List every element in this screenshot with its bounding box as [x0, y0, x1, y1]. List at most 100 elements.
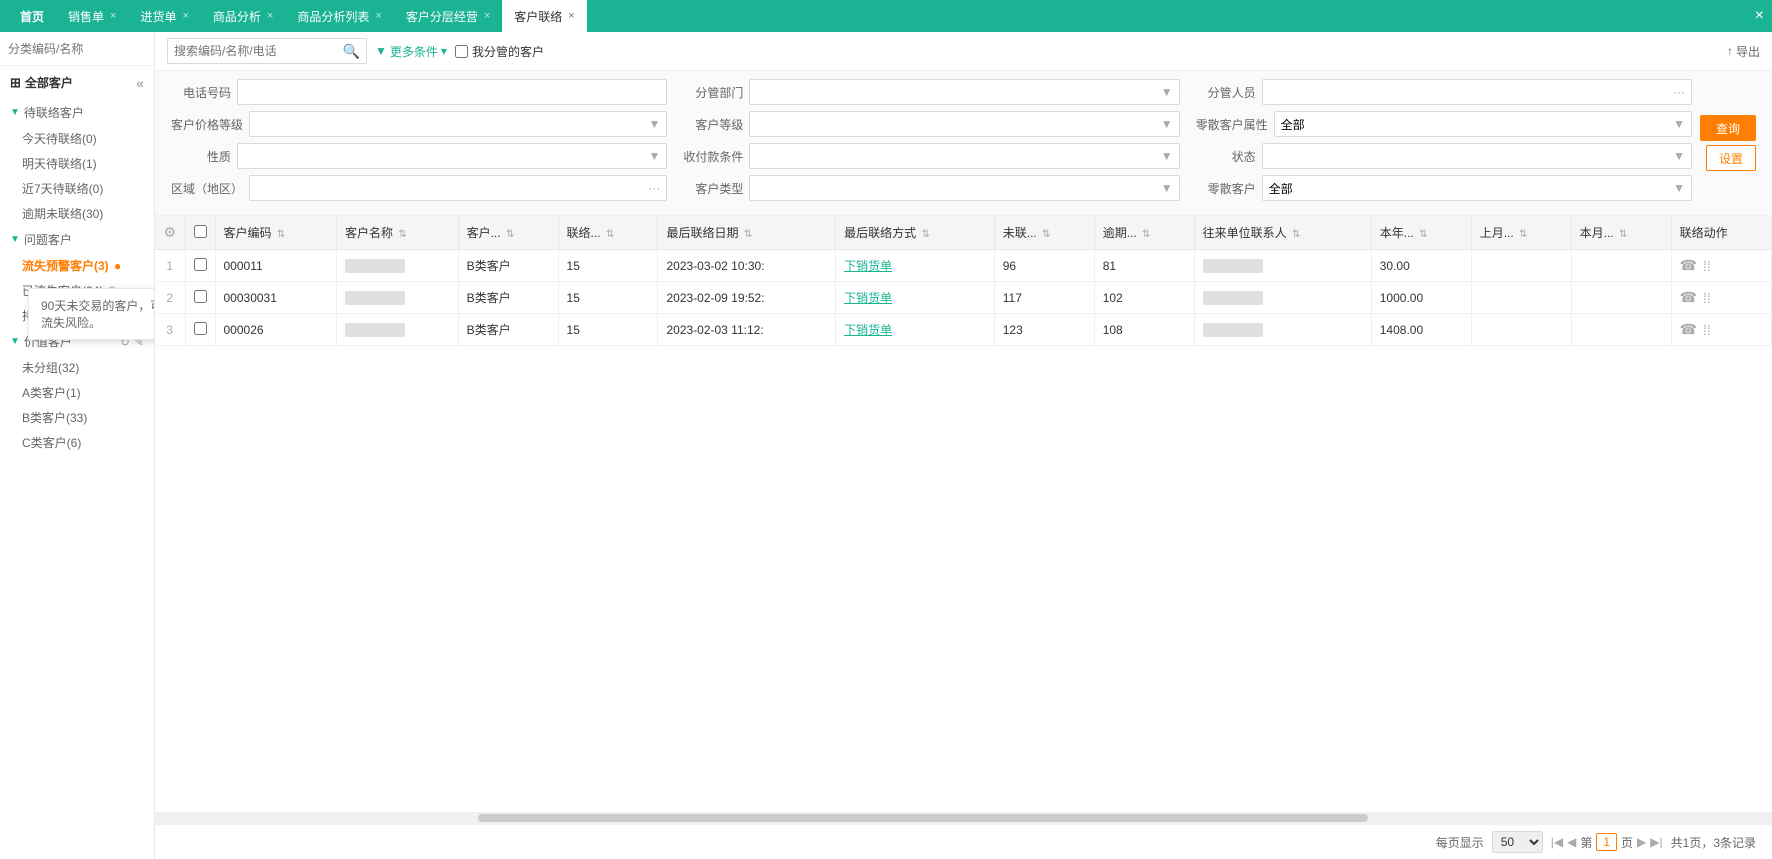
scrollbar-thumb[interactable] — [478, 814, 1367, 822]
th-settings[interactable]: ⚙ — [155, 216, 185, 250]
row-check-1[interactable] — [185, 250, 215, 282]
main-layout: 🔍 ⊞ 全部客户 « ▼ 待联络客户 今天待联络(0) 明天待联络(1) 近7天… — [0, 32, 1772, 859]
search-input[interactable] — [174, 44, 343, 58]
filter-retail-attr: 零散客户属性 全部▼ — [1196, 111, 1692, 137]
filter-region-label: 区域（地区） — [171, 180, 243, 197]
th-check[interactable] — [185, 216, 215, 250]
sidebar-item-overdue[interactable]: 逾期未联络(30) — [0, 201, 154, 226]
tab-customer-layer[interactable]: 客户分层经营 × — [394, 0, 502, 32]
th-contact: 联络... ⇅ — [558, 216, 658, 250]
filter-customer-type-select[interactable]: ▼ — [749, 175, 1179, 201]
table-footer: 每页显示 50 100 |◀ ◀ 第 1 页 ▶ ▶| 共1页，3条记录 — [155, 824, 1772, 859]
row-name-1: ██████ — [337, 250, 459, 282]
per-page-select[interactable]: 50 100 — [1492, 831, 1543, 853]
sidebar-group-problem[interactable]: ▼ 问题客户 — [0, 226, 154, 253]
search-button-icon[interactable]: 🔍 — [343, 43, 360, 60]
close-customer-layer-icon[interactable]: × — [484, 10, 490, 22]
row-unit-contact-1: ██████ — [1194, 250, 1371, 282]
filter-dept-label: 分管部门 — [683, 84, 743, 101]
more-filter-button[interactable]: ▼ 更多条件 ▾ — [375, 43, 447, 60]
filter-dept-select[interactable]: ▼ — [749, 79, 1179, 105]
tab-purchase[interactable]: 进货单 × — [128, 0, 200, 32]
row-last-month-1 — [1471, 250, 1571, 282]
tab-analysis[interactable]: 商品分析 × — [201, 0, 285, 32]
row-this-year-2: 1000.00 — [1371, 282, 1471, 314]
sidebar-item-ungroup[interactable]: 未分组(32) — [0, 355, 154, 380]
row-check-3[interactable] — [185, 314, 215, 346]
filter-retail-attr-select[interactable]: 全部▼ — [1274, 111, 1692, 137]
close-purchase-icon[interactable]: × — [182, 10, 188, 22]
filter-retail-label: 零散客户 — [1196, 180, 1256, 197]
th-last-date: 最后联络日期 ⇅ — [658, 216, 836, 250]
action-more-icon-3[interactable]: ⁞⁞ — [1703, 322, 1711, 338]
close-sales-icon[interactable]: × — [110, 10, 116, 22]
table-settings-icon[interactable]: ⚙ — [163, 224, 176, 240]
close-customer-contact-icon[interactable]: × — [568, 10, 574, 22]
action-contact-icon-1[interactable]: ☎ — [1680, 257, 1697, 274]
th-last-way: 最后联络方式 ⇅ — [836, 216, 995, 250]
row-last-month-3 — [1471, 314, 1571, 346]
sidebar-group-pending[interactable]: ▼ 待联络客户 — [0, 99, 154, 126]
page-first-icon[interactable]: |◀ — [1551, 835, 1563, 849]
tab-sales[interactable]: 销售单 × — [56, 0, 128, 32]
select-all-checkbox[interactable] — [194, 225, 207, 238]
row-last-way-3[interactable]: 下销货单 — [836, 314, 995, 346]
action-contact-icon-3[interactable]: ☎ — [1680, 321, 1697, 338]
export-button[interactable]: ↑ 导出 — [1727, 43, 1760, 60]
sidebar-item-class-c[interactable]: C类客户(6) — [0, 430, 154, 455]
close-analysis-list-icon[interactable]: × — [375, 10, 381, 22]
filter-nature-select[interactable]: ▼ — [237, 143, 667, 169]
search-bar: 🔍 — [167, 38, 367, 64]
action-more-icon-1[interactable]: ⁞⁞ — [1703, 258, 1711, 274]
content-area: 🔍 ▼ 更多条件 ▾ 我分管的客户 ↑ 导出 — [155, 32, 1772, 859]
page-last-icon[interactable]: ▶| — [1650, 835, 1662, 849]
sidebar-item-class-a[interactable]: A类客户(1) — [0, 380, 154, 405]
my-customers-check[interactable] — [455, 45, 468, 58]
filter-price-select[interactable]: ▼ — [249, 111, 667, 137]
filter-phone: 电话号码 — [171, 79, 667, 105]
sidebar-collapse-icon[interactable]: « — [136, 75, 144, 91]
sidebar-item-today[interactable]: 今天待联络(0) — [0, 126, 154, 151]
filter-dept: 分管部门 ▼ — [683, 79, 1179, 105]
filter-retail-attr-label: 零散客户属性 — [1196, 116, 1268, 133]
filter-grade-select[interactable]: ▼ — [749, 111, 1179, 137]
close-analysis-icon[interactable]: × — [267, 10, 273, 22]
row-last-date-1: 2023-03-02 10:30: — [658, 250, 836, 282]
sidebar-item-class-b[interactable]: B类客户(33) — [0, 405, 154, 430]
filter-phone-input[interactable] — [237, 79, 667, 105]
page-next-icon[interactable]: ▶ — [1637, 835, 1646, 849]
table-row: 2 00030031 ██████ B类客户 15 2023-02-09 19:… — [155, 282, 1772, 314]
sidebar-item-tomorrow[interactable]: 明天待联络(1) — [0, 151, 154, 176]
settings-button[interactable]: 设置 — [1706, 145, 1756, 171]
tab-analysis-list[interactable]: 商品分析列表 × — [285, 0, 393, 32]
filter-customer-type-label: 客户类型 — [683, 180, 743, 197]
filter-retail-select[interactable]: 全部▼ — [1262, 175, 1692, 201]
window-close-icon[interactable]: × — [1755, 7, 1764, 25]
filter-payment-select[interactable]: ▼ — [749, 143, 1179, 169]
page-unit: 页 — [1621, 834, 1633, 851]
sidebar-item-churn-warning[interactable]: 流失预警客户(3) ● — [0, 253, 154, 278]
row-check-2[interactable] — [185, 282, 215, 314]
sidebar-item-week[interactable]: 近7天待联络(0) — [0, 176, 154, 201]
action-contact-icon-2[interactable]: ☎ — [1680, 289, 1697, 306]
row-type-2: B类客户 — [458, 282, 558, 314]
row-num-3: 3 — [155, 314, 185, 346]
filter-status: 状态 ▼ — [1196, 143, 1692, 169]
sidebar-search-input[interactable] — [8, 42, 155, 56]
tab-home[interactable]: 首页 — [8, 0, 56, 32]
toolbar: 🔍 ▼ 更多条件 ▾ 我分管的客户 ↑ 导出 — [155, 32, 1772, 71]
filter-person-select[interactable]: ··· — [1262, 79, 1692, 105]
filter-payment-label: 收付款条件 — [683, 148, 743, 165]
horizontal-scrollbar[interactable] — [155, 812, 1772, 824]
row-last-way-2[interactable]: 下销货单 — [836, 282, 995, 314]
filter-region-select[interactable]: ··· — [249, 175, 667, 201]
my-customers-checkbox[interactable]: 我分管的客户 — [455, 43, 544, 60]
row-last-way-1[interactable]: 下销货单 — [836, 250, 995, 282]
page-prev-icon[interactable]: ◀ — [1567, 835, 1576, 849]
tab-customer-contact[interactable]: 客户联络 × — [502, 0, 586, 32]
sidebar-root[interactable]: ⊞ 全部客户 « — [0, 66, 154, 99]
row-this-month-1 — [1571, 250, 1671, 282]
action-more-icon-2[interactable]: ⁞⁞ — [1703, 290, 1711, 306]
query-button[interactable]: 查询 — [1700, 115, 1756, 141]
filter-status-select[interactable]: ▼ — [1262, 143, 1692, 169]
